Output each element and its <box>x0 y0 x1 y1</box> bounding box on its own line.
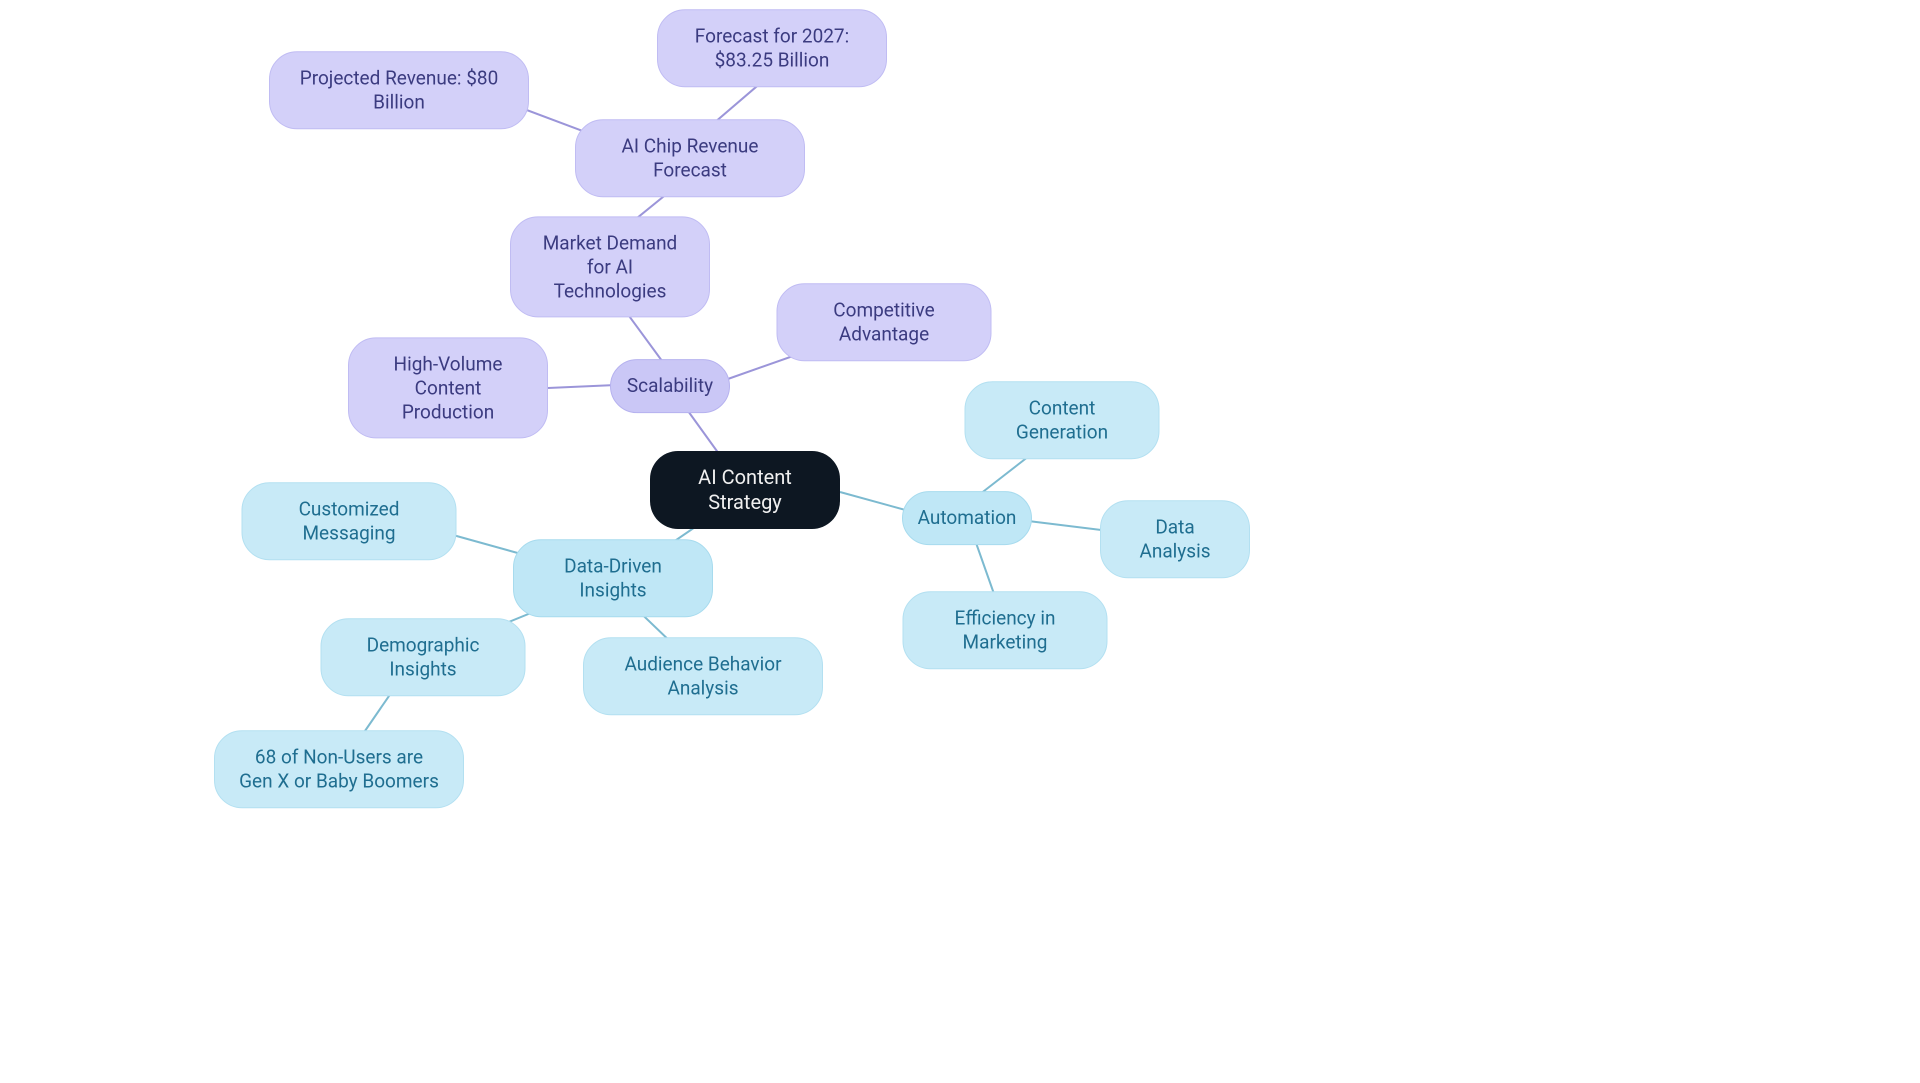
node-label: High-Volume Content Production <box>373 352 523 423</box>
node-demographic-insights[interactable]: Demographic Insights <box>321 618 526 696</box>
root-node[interactable]: AI Content Strategy <box>650 451 840 529</box>
node-demographic-stat[interactable]: 68 of Non-Users are Gen X or Baby Boomer… <box>214 730 464 808</box>
node-content-generation[interactable]: Content Generation <box>965 381 1160 459</box>
node-label: Market Demand for AI Technologies <box>535 231 685 302</box>
node-label: Customized Messaging <box>267 497 432 545</box>
node-label: Automation <box>918 506 1017 530</box>
node-audience-behavior[interactable]: Audience Behavior Analysis <box>583 637 823 715</box>
node-customized-messaging[interactable]: Customized Messaging <box>242 482 457 560</box>
node-label: AI Chip Revenue Forecast <box>600 134 780 182</box>
node-automation[interactable]: Automation <box>902 491 1032 545</box>
node-label: Projected Revenue: $80 Billion <box>294 66 504 114</box>
root-label: AI Content Strategy <box>674 465 816 515</box>
node-label: Data Analysis <box>1125 515 1225 563</box>
node-competitive-advantage[interactable]: Competitive Advantage <box>777 283 992 361</box>
node-market-demand[interactable]: Market Demand for AI Technologies <box>510 216 710 317</box>
node-projected-revenue[interactable]: Projected Revenue: $80 Billion <box>269 51 529 129</box>
node-ai-chip-revenue[interactable]: AI Chip Revenue Forecast <box>575 119 805 197</box>
node-forecast-2027[interactable]: Forecast for 2027: $83.25 Billion <box>657 9 887 87</box>
node-label: 68 of Non-Users are Gen X or Baby Boomer… <box>239 745 439 793</box>
node-label: Efficiency in Marketing <box>928 606 1083 654</box>
node-label: Content Generation <box>990 396 1135 444</box>
node-label: Forecast for 2027: $83.25 Billion <box>682 24 862 72</box>
node-data-analysis[interactable]: Data Analysis <box>1100 500 1250 578</box>
node-label: Audience Behavior Analysis <box>608 652 798 700</box>
node-data-driven-insights[interactable]: Data-Driven Insights <box>513 539 713 617</box>
node-label: Demographic Insights <box>346 633 501 681</box>
node-label: Scalability <box>627 374 713 398</box>
node-high-volume-content[interactable]: High-Volume Content Production <box>348 337 548 438</box>
node-label: Competitive Advantage <box>802 298 967 346</box>
mindmap-canvas: AI Content Strategy Scalability High-Vol… <box>0 0 1920 1083</box>
node-label: Data-Driven Insights <box>538 554 688 602</box>
node-scalability[interactable]: Scalability <box>610 359 730 413</box>
node-efficiency-marketing[interactable]: Efficiency in Marketing <box>903 591 1108 669</box>
